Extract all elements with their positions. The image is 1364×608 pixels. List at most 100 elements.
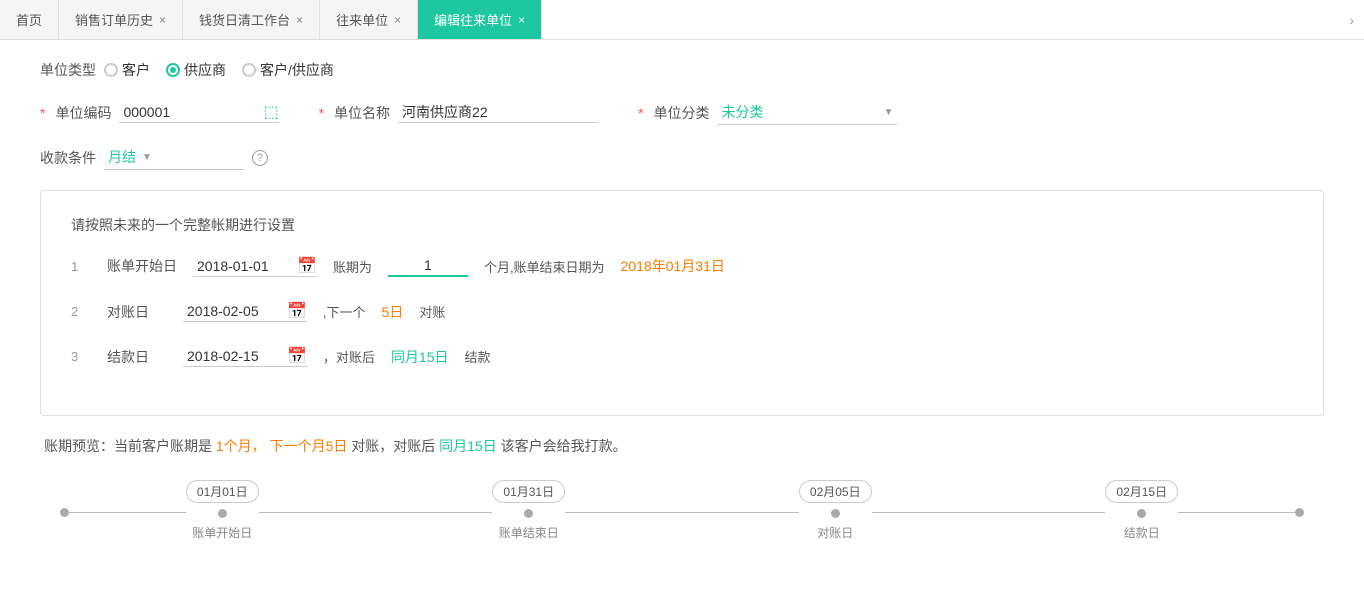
copy-icon[interactable]: ⬚ — [263, 102, 278, 122]
payment-label: 收款条件 — [40, 148, 96, 168]
start-date-label: 账单开始日 — [107, 256, 177, 276]
tab-contacts[interactable]: 往来单位 × — [320, 0, 418, 39]
radio-circle-supplier — [166, 63, 180, 77]
calendar-icon[interactable]: 📅 — [287, 301, 307, 321]
unit-code-input-wrapper: ⬚ — [119, 102, 278, 123]
settlement-suffix: 结款 — [465, 347, 491, 366]
unit-name-field: * 单位名称 — [319, 102, 598, 123]
settlement-day-highlight: 同月15日 — [391, 347, 449, 367]
unit-category-select[interactable]: 未分类 ▼ — [717, 100, 897, 125]
timeline-right-end — [1295, 508, 1304, 517]
unit-category-field: * 单位分类 未分类 ▼ — [638, 100, 897, 125]
tab-label: 销售订单历史 — [75, 10, 153, 29]
unit-type-label: 单位类型 — [40, 60, 96, 80]
radio-supplier[interactable]: 供应商 — [166, 60, 226, 80]
statement-date-label: 对账日 — [107, 302, 167, 322]
timeline-dot-end — [1295, 508, 1304, 517]
radio-label-customer: 客户 — [122, 60, 150, 80]
radio-both[interactable]: 客户/供应商 — [242, 60, 334, 80]
unit-info-row: * 单位编码 ⬚ * 单位名称 * 单位分类 未分类 ▼ — [40, 100, 1324, 125]
tab-bar: 首页 销售订单历史 × 钱货日清工作台 × 往来单位 × 编辑往来单位 × › — [0, 0, 1364, 40]
unit-code-input[interactable] — [119, 102, 259, 122]
period-input[interactable] — [388, 255, 468, 277]
unit-category-value: 未分类 — [721, 102, 763, 122]
settlement-prefix: ，对账后 — [323, 347, 375, 366]
settlement-date-input-wrapper: 📅 — [183, 346, 307, 367]
preview-end: 该客户会给我打款。 — [501, 438, 627, 454]
unit-code-field: * 单位编码 ⬚ — [40, 102, 279, 123]
required-star: * — [40, 105, 45, 121]
calendar-icon[interactable]: 📅 — [287, 346, 307, 366]
tab-label: 编辑往来单位 — [434, 10, 512, 29]
preview-label: 账期预览：当前客户账期是 — [44, 438, 212, 454]
required-star: * — [319, 105, 324, 121]
radio-label-supplier: 供应商 — [184, 60, 226, 80]
unit-category-label: 单位分类 — [653, 103, 709, 123]
timeline-node-4: 02月15日 结款日 — [1105, 480, 1178, 541]
unit-name-input[interactable] — [398, 102, 598, 123]
settlement-date-row: 3 结款日 📅 ，对账后 同月15日 结款 — [71, 346, 1293, 367]
preview-settle-day: 同月15日 — [439, 438, 497, 454]
unit-code-label: 单位编码 — [55, 103, 111, 123]
period-desc: 个月,账单结束日期为 — [484, 257, 605, 276]
timeline-dot-2 — [524, 509, 533, 518]
payment-row: 收款条件 月结 ▼ ? — [40, 145, 1324, 170]
payment-select[interactable]: 月结 ▼ — [104, 145, 244, 170]
timeline-dot-4 — [1137, 509, 1146, 518]
radio-label-both: 客户/供应商 — [260, 60, 334, 80]
close-icon[interactable]: × — [394, 13, 401, 27]
timeline-dot-1 — [218, 509, 227, 518]
close-icon[interactable]: × — [518, 13, 525, 27]
payment-value: 月结 — [108, 147, 136, 167]
calendar-icon[interactable]: 📅 — [297, 256, 317, 276]
tab-label: 往来单位 — [336, 10, 388, 29]
timeline-left-end — [60, 508, 69, 517]
chevron-down-icon: ▼ — [142, 152, 152, 163]
tab-home[interactable]: 首页 — [0, 0, 59, 39]
timeline-dot-start — [60, 508, 69, 517]
preview-section: 账期预览：当前客户账期是 1个月， 下一个月5日 对账，对账后 同月15日 该客… — [40, 436, 1324, 456]
settlement-date-input[interactable] — [183, 346, 283, 366]
help-icon[interactable]: ? — [252, 150, 268, 166]
unit-type-row: 单位类型 客户 供应商 客户/供应商 — [40, 60, 1324, 80]
timeline: 01月01日 账单开始日 01月31日 账单结束日 02月05日 对账日 02月… — [40, 480, 1324, 561]
preview-period: 1个月， — [216, 438, 266, 454]
timeline-badge-2: 01月31日 — [492, 480, 565, 503]
timeline-badge-1: 01月01日 — [186, 480, 259, 503]
timeline-badge-3: 02月05日 — [799, 480, 872, 503]
start-date-input[interactable] — [193, 256, 293, 276]
end-date-highlight: 2018年01月31日 — [621, 256, 725, 276]
timeline-line-4 — [872, 512, 1106, 513]
tab-sales-history[interactable]: 销售订单历史 × — [59, 0, 183, 39]
tab-cash-workbench[interactable]: 钱货日清工作台 × — [183, 0, 320, 39]
statement-date-input[interactable] — [183, 301, 283, 321]
start-date-input-wrapper: 📅 — [193, 256, 317, 277]
timeline-node-2: 01月31日 账单结束日 — [492, 480, 565, 541]
tab-label: 钱货日清工作台 — [199, 10, 290, 29]
radio-circle-both — [242, 63, 256, 77]
tab-more-button[interactable]: › — [1339, 0, 1364, 39]
start-date-row: 1 账单开始日 📅 账期为 个月,账单结束日期为 2018年01月31日 — [71, 255, 1293, 277]
timeline-dot-3 — [831, 509, 840, 518]
tab-edit-contact[interactable]: 编辑往来单位 × — [418, 0, 542, 39]
statement-date-input-wrapper: 📅 — [183, 301, 307, 322]
row-num-3: 3 — [71, 349, 91, 364]
close-icon[interactable]: × — [159, 13, 166, 27]
tab-label: 首页 — [16, 10, 42, 29]
statement-prefix: ,下一个 — [323, 302, 366, 321]
timeline-line-3 — [565, 512, 799, 513]
unit-type-radio-group: 客户 供应商 客户/供应商 — [104, 60, 334, 80]
statement-day-highlight: 5日 — [382, 302, 404, 322]
row-num-2: 2 — [71, 304, 91, 319]
settings-panel: 请按照未来的一个完整帐期进行设置 1 账单开始日 📅 账期为 个月,账单结束日期… — [40, 190, 1324, 416]
unit-type-field: 单位类型 客户 供应商 客户/供应商 — [40, 60, 334, 80]
timeline-line-5 — [1178, 512, 1295, 513]
radio-customer[interactable]: 客户 — [104, 60, 150, 80]
timeline-line-1 — [69, 512, 186, 513]
timeline-node-1: 01月01日 账单开始日 — [186, 480, 259, 541]
row-num-1: 1 — [71, 259, 91, 274]
close-icon[interactable]: × — [296, 13, 303, 27]
statement-suffix: 对账 — [419, 302, 445, 321]
statement-date-row: 2 对账日 📅 ,下一个 5日 对账 — [71, 301, 1293, 322]
timeline-badge-4: 02月15日 — [1105, 480, 1178, 503]
